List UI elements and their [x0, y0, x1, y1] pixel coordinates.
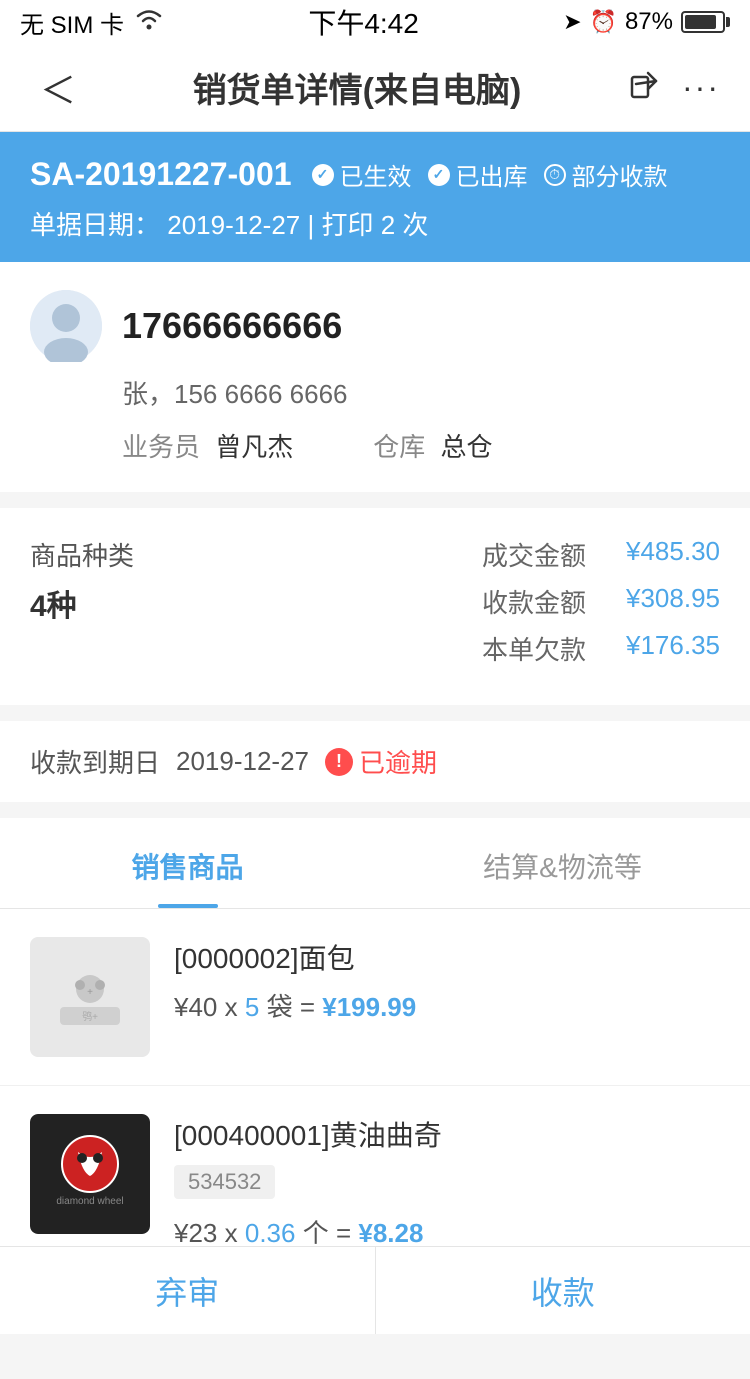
customer-id: 17666666666 [122, 305, 342, 347]
order-date-line: 单据日期： 2019-12-27 | 打印 2 次 [30, 205, 720, 242]
badge-partial-payment: ⏱ 部分收款 [544, 157, 668, 192]
received-row: 收款金额 ¥308.95 [482, 583, 720, 620]
header-card: SA-20191227-001 ✓ 已生效 ✓ 已出库 ⏱ 部分收款 单据日期：… [0, 132, 750, 262]
product-thumb-1: + 鸮+ [30, 937, 150, 1057]
products-list: + 鸮+ [0000002]面包 ¥40 x 5 袋 = ¥199.99 [0, 909, 750, 1279]
customer-contact: 张，156 6666 6666 [30, 374, 720, 411]
deal-amount-row: 成交金额 ¥485.30 [482, 536, 720, 573]
amount-info: 成交金额 ¥485.30 收款金额 ¥308.95 本单欠款 ¥176.35 [482, 536, 720, 677]
stats-section: 商品种类 4种 成交金额 ¥485.30 收款金额 ¥308.95 本单欠款 ¥… [0, 508, 750, 705]
due-date-label: 收款到期日 [30, 743, 160, 780]
alarm-icon: ⏰ [590, 9, 617, 35]
svg-text:鸮+: 鸮+ [82, 1010, 98, 1023]
battery-percent: 87% [625, 8, 673, 36]
overdue-label: 已逾期 [359, 743, 437, 780]
bottom-bar: 弃审 收款 [0, 1246, 750, 1334]
owed-row: 本单欠款 ¥176.35 [482, 630, 720, 667]
warehouse-value: 总仓 [441, 432, 493, 462]
due-date-section: 收款到期日 2019-12-27 ! 已逾期 [0, 721, 750, 802]
product-price-2: ¥23 x 0.36 个 = ¥8.28 [174, 1213, 720, 1250]
check-icon-2: ✓ [428, 164, 450, 186]
clock-icon: ⏱ [544, 164, 566, 186]
svg-text:+: + [87, 987, 93, 998]
category-info: 商品种类 4种 [30, 536, 134, 625]
tabs-section: 销售商品 结算&物流等 [0, 818, 750, 909]
nav-bar: ＜ 销货单详情(来自电脑) ··· [0, 44, 750, 132]
product-name-1: [0000002]面包 [174, 937, 720, 977]
thumb-placeholder-1: + 鸮+ [30, 937, 150, 1057]
badge-activated: ✓ 已生效 [312, 157, 412, 192]
battery-icon [681, 11, 730, 33]
back-button[interactable]: ＜ [30, 52, 86, 124]
salesperson-value: 曾凡杰 [215, 432, 293, 462]
product-sku-2: 534532 [174, 1165, 275, 1199]
check-icon-1: ✓ [312, 164, 334, 186]
share-icon[interactable] [628, 67, 662, 109]
svg-text:diamond wheel: diamond wheel [56, 1196, 123, 1207]
location-icon: ➤ [563, 9, 581, 35]
carrier-label: 无 SIM 卡 [20, 5, 124, 40]
time-label: 下午4:42 [308, 2, 419, 42]
order-id: SA-20191227-001 [30, 156, 292, 193]
cancel-review-button[interactable]: 弃审 [0, 1247, 376, 1334]
tabs-header: 销售商品 结算&物流等 [0, 818, 750, 909]
deal-amount-label: 成交金额 [482, 536, 586, 573]
customer-row: 17666666666 [30, 290, 720, 362]
customer-section: 17666666666 张，156 6666 6666 业务员 曾凡杰 仓库 总… [0, 262, 750, 492]
status-left: 无 SIM 卡 [20, 5, 164, 40]
tab-settlement[interactable]: 结算&物流等 [375, 818, 750, 908]
nav-actions: ··· [628, 67, 720, 109]
deal-amount-value: ¥485.30 [626, 536, 720, 573]
category-count: 4种 [30, 581, 134, 625]
tab-products[interactable]: 销售商品 [0, 818, 375, 908]
status-right: ➤ ⏰ 87% [563, 8, 730, 36]
avatar [30, 290, 102, 362]
product-name-2: [000400001]黄油曲奇 [174, 1114, 720, 1154]
wifi-icon [134, 8, 164, 37]
overdue-icon: ! [325, 748, 353, 776]
product-price-1: ¥40 x 5 袋 = ¥199.99 [174, 987, 720, 1024]
owed-value: ¥176.35 [626, 630, 720, 667]
more-icon[interactable]: ··· [682, 69, 720, 106]
product-info-1: [0000002]面包 ¥40 x 5 袋 = ¥199.99 [174, 937, 720, 1024]
product-info-2: [000400001]黄油曲奇 534532 ¥23 x 0.36 个 = ¥8… [174, 1114, 720, 1250]
salesperson-field: 业务员 曾凡杰 [122, 427, 293, 464]
status-badges: ✓ 已生效 ✓ 已出库 ⏱ 部分收款 [312, 157, 668, 192]
list-item: + 鸮+ [0000002]面包 ¥40 x 5 袋 = ¥199.99 [0, 909, 750, 1086]
badge-dispatched: ✓ 已出库 [428, 157, 528, 192]
warehouse-field: 仓库 总仓 [373, 427, 492, 464]
customer-meta: 业务员 曾凡杰 仓库 总仓 [30, 427, 720, 464]
received-value: ¥308.95 [626, 583, 720, 620]
category-label: 商品种类 [30, 536, 134, 573]
received-label: 收款金额 [482, 583, 586, 620]
page-title: 销货单详情(来自电脑) [193, 63, 522, 112]
collect-payment-button[interactable]: 收款 [376, 1247, 750, 1334]
overdue-badge: ! 已逾期 [325, 743, 437, 780]
due-date-value: 2019-12-27 [176, 746, 309, 777]
product-thumb-2: diamond wheel [30, 1114, 150, 1234]
status-bar: 无 SIM 卡 下午4:42 ➤ ⏰ 87% [0, 0, 750, 44]
owed-label: 本单欠款 [482, 630, 586, 667]
